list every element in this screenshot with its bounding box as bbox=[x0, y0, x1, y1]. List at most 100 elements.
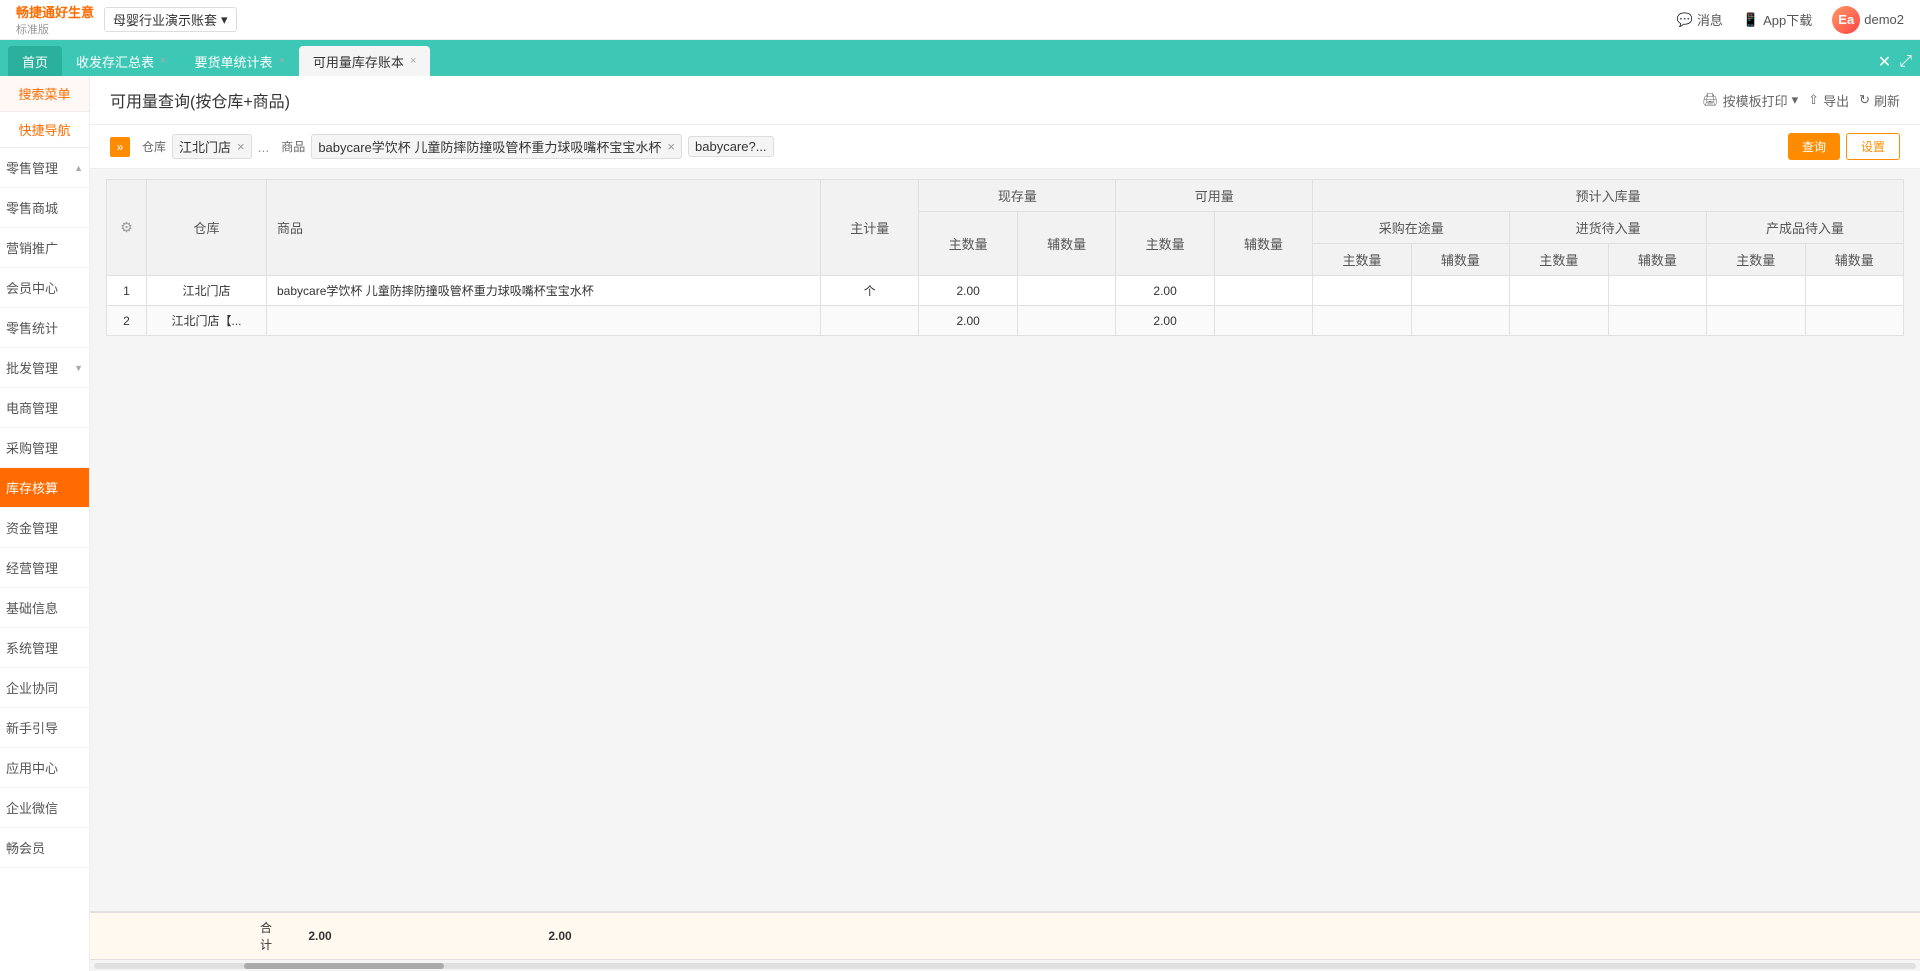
sidebar: 搜索菜单 快捷导航 零售管理 零售商城 营销推广 会员中心 零售统计 批发管理 … bbox=[0, 76, 90, 971]
retail-mgmt-label: 零售管理 bbox=[6, 158, 58, 177]
operation-mgmt-label: 经营管理 bbox=[6, 558, 58, 577]
sidebar-quick-nav[interactable]: 快捷导航 bbox=[0, 112, 89, 148]
vip-member-label: 畅会员 bbox=[6, 838, 45, 857]
nav-label: 快捷导航 bbox=[18, 123, 70, 138]
settings-button[interactable]: 设置 bbox=[1846, 133, 1900, 160]
row1-purchase-aux-qty bbox=[1411, 276, 1509, 306]
enterprise-wechat-label: 企业微信 bbox=[6, 798, 58, 817]
sidebar-item-purchase-mgmt[interactable]: 采购管理 bbox=[0, 428, 89, 468]
sidebar-search[interactable]: 搜索菜单 bbox=[0, 76, 89, 112]
row2-production-aux-qty bbox=[1805, 306, 1903, 336]
row1-production-aux-qty bbox=[1805, 276, 1903, 306]
sidebar-item-new-guide[interactable]: 新手引导 bbox=[0, 708, 89, 748]
footer-available-main-qty: 2.00 bbox=[500, 929, 620, 943]
sidebar-item-enterprise-collab[interactable]: 企业协同 bbox=[0, 668, 89, 708]
system-mgmt-label: 系统管理 bbox=[6, 638, 58, 657]
sidebar-item-operation-mgmt[interactable]: 经营管理 bbox=[0, 548, 89, 588]
product-filter-label: 商品 bbox=[281, 138, 305, 155]
tab-collect-close[interactable]: × bbox=[160, 55, 166, 67]
sidebar-item-retail-mgmt[interactable]: 零售管理 bbox=[0, 148, 89, 188]
col-gear[interactable]: ⚙ bbox=[107, 180, 147, 276]
table-row: 2 江北门店【... 2.00 2.00 bbox=[107, 306, 1904, 336]
sidebar-item-basic-info[interactable]: 基础信息 bbox=[0, 588, 89, 628]
row2-seq: 2 bbox=[107, 306, 147, 336]
row1-current-aux-qty bbox=[1017, 276, 1115, 306]
sidebar-item-marketing[interactable]: 营销推广 bbox=[0, 228, 89, 268]
tab-home[interactable]: 首页 bbox=[8, 46, 62, 76]
account-selector[interactable]: 母婴行业演示账套 ▾ bbox=[104, 7, 237, 32]
export-btn[interactable]: ⇧ 导出 bbox=[1808, 91, 1849, 110]
warehouse-more-dots[interactable]: ... bbox=[258, 139, 270, 155]
app-download-label: App下载 bbox=[1763, 10, 1812, 29]
avatar: Ea bbox=[1832, 6, 1860, 34]
search-label: 搜索菜单 bbox=[18, 87, 70, 102]
close-window-icon[interactable]: ✕ bbox=[1878, 52, 1891, 72]
message-label: 消息 bbox=[1697, 10, 1723, 29]
sidebar-item-ecommerce-mgmt[interactable]: 电商管理 bbox=[0, 388, 89, 428]
tab-available-stock-close[interactable]: × bbox=[410, 55, 416, 67]
query-button[interactable]: 查询 bbox=[1788, 133, 1840, 160]
message-btn[interactable]: 💬 消息 bbox=[1677, 10, 1723, 29]
product-tag-0-close[interactable]: × bbox=[667, 139, 675, 154]
refresh-label: 刷新 bbox=[1874, 91, 1900, 110]
refresh-btn[interactable]: ↻ 刷新 bbox=[1859, 91, 1900, 110]
scrollbar-thumb[interactable] bbox=[244, 963, 444, 969]
col-warehouse-header: 仓库 bbox=[147, 180, 267, 276]
tab-goods-stats-close[interactable]: × bbox=[278, 55, 284, 67]
sidebar-item-retail-stats[interactable]: 零售统计 bbox=[0, 308, 89, 348]
phone-icon: 📱 bbox=[1743, 12, 1759, 28]
user-profile[interactable]: Ea demo2 bbox=[1832, 6, 1904, 34]
tab-collect[interactable]: 收发存汇总表 × bbox=[62, 46, 180, 76]
username-label: demo2 bbox=[1864, 12, 1904, 27]
scrollbar-track[interactable] bbox=[94, 963, 1916, 969]
col-production-main-qty: 主数量 bbox=[1707, 244, 1805, 276]
app-center-label: 应用中心 bbox=[6, 758, 58, 777]
retail-mall-label: 零售商城 bbox=[6, 198, 58, 217]
data-table: ⚙ 仓库 商品 主计量 现存量 bbox=[106, 179, 1904, 336]
col-purchase-aux-qty: 辅数量 bbox=[1411, 244, 1509, 276]
product-tag-text-1: babycare?... bbox=[695, 139, 767, 154]
row1-purchase-main-qty bbox=[1313, 276, 1411, 306]
horizontal-scrollbar[interactable] bbox=[90, 959, 1920, 971]
app-download-btn[interactable]: 📱 App下载 bbox=[1743, 10, 1812, 29]
product-tag-1[interactable]: babycare?... bbox=[688, 136, 774, 157]
footer-current-aux-qty bbox=[380, 929, 500, 943]
row2-available-aux-qty bbox=[1214, 306, 1312, 336]
sidebar-item-vip-member[interactable]: 畅会员 bbox=[0, 828, 89, 868]
filter-actions: 查询 设置 bbox=[1788, 133, 1900, 160]
enterprise-collab-label: 企业协同 bbox=[6, 678, 58, 697]
sidebar-item-enterprise-wechat[interactable]: 企业微信 bbox=[0, 788, 89, 828]
sidebar-item-retail-mall[interactable]: 零售商城 bbox=[0, 188, 89, 228]
row2-current-main-qty: 2.00 bbox=[919, 306, 1017, 336]
row2-warehouse: 江北门店【... bbox=[147, 306, 267, 336]
product-filter-group: 商品 babycare学饮杯 儿童防摔防撞吸管杯重力球吸嘴杯宝宝水杯 × bab… bbox=[281, 134, 773, 159]
product-tag-0[interactable]: babycare学饮杯 儿童防摔防撞吸管杯重力球吸嘴杯宝宝水杯 × bbox=[311, 134, 682, 159]
tab-available-stock-label: 可用量库存账本 bbox=[313, 52, 404, 71]
template-print-btn[interactable]: 🖨 按模板打印 ▾ bbox=[1702, 91, 1798, 110]
row1-production-main-qty bbox=[1707, 276, 1805, 306]
warehouse-tag-0[interactable]: 江北门店 × bbox=[172, 134, 252, 159]
sidebar-item-member-center[interactable]: 会员中心 bbox=[0, 268, 89, 308]
col-available-main-qty: 主数量 bbox=[1116, 212, 1214, 276]
sidebar-item-inventory-check[interactable]: 库存核算 bbox=[0, 468, 89, 508]
member-center-label: 会员中心 bbox=[6, 278, 58, 297]
row1-incoming-aux-qty bbox=[1608, 276, 1706, 306]
maximize-icon[interactable]: ⤢ bbox=[1899, 53, 1912, 71]
sidebar-item-system-mgmt[interactable]: 系统管理 bbox=[0, 628, 89, 668]
warehouse-tag-close[interactable]: × bbox=[237, 139, 245, 154]
tab-goods-stats[interactable]: 要货单统计表 × bbox=[180, 46, 298, 76]
warehouse-filter-label: 仓库 bbox=[142, 138, 166, 155]
tab-available-stock[interactable]: 可用量库存账本 × bbox=[299, 46, 430, 76]
warehouse-filter-group: 仓库 江北门店 × ... bbox=[142, 134, 269, 159]
sidebar-item-wholesale-mgmt[interactable]: 批发管理 bbox=[0, 348, 89, 388]
filter-expand-btn[interactable]: » bbox=[110, 137, 130, 157]
tab-home-label: 首页 bbox=[22, 52, 48, 71]
table-area: ⚙ 仓库 商品 主计量 现存量 bbox=[90, 169, 1920, 911]
export-icon: ⇧ bbox=[1808, 92, 1819, 108]
top-bar: 畅捷通好生意 标准版 母婴行业演示账套 ▾ 💬 消息 📱 App下载 Ea de… bbox=[0, 0, 1920, 40]
dropdown-icon: ▾ bbox=[221, 12, 228, 28]
sidebar-item-finance-mgmt[interactable]: 资金管理 bbox=[0, 508, 89, 548]
sidebar-item-app-center[interactable]: 应用中心 bbox=[0, 748, 89, 788]
table-row: 1 江北门店 babycare学饮杯 儿童防摔防撞吸管杯重力球吸嘴杯宝宝水杯 个… bbox=[107, 276, 1904, 306]
basic-info-label: 基础信息 bbox=[6, 598, 58, 617]
